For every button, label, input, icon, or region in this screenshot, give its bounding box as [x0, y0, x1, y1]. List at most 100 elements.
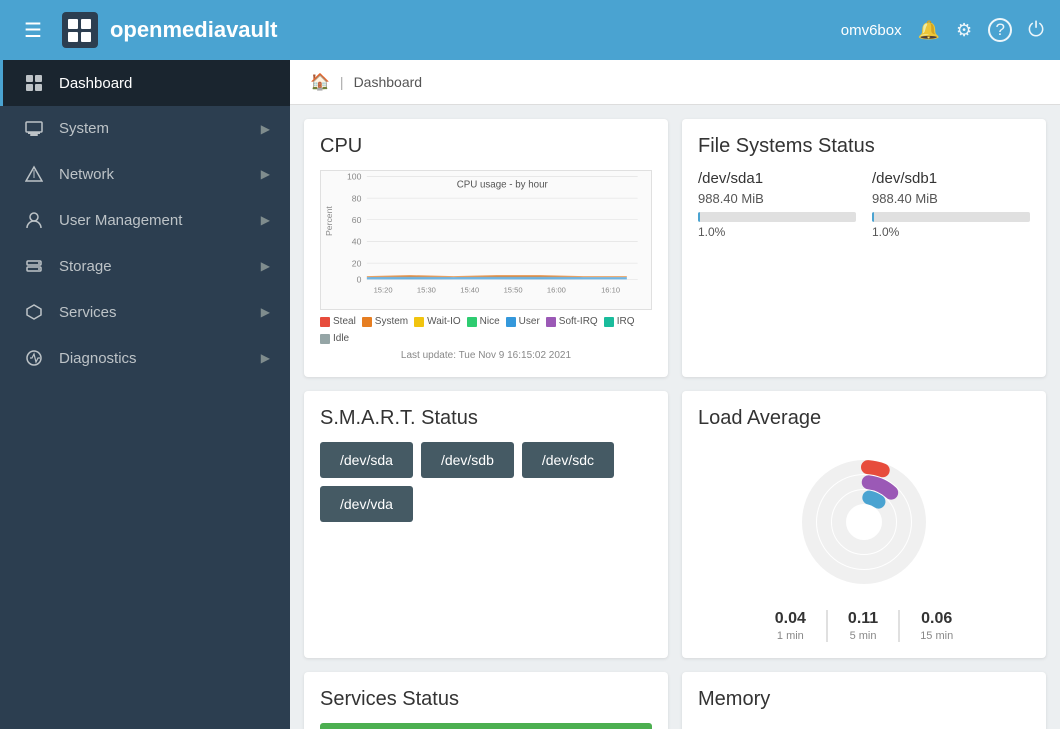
sidebar-item-user-management[interactable]: User Management ▶: [0, 197, 290, 243]
memory-card-title: Memory: [698, 688, 1030, 711]
smart-card: S.M.A.R.T. Status /dev/sda /dev/sdb /dev…: [304, 391, 668, 658]
smart-btn-sdb[interactable]: /dev/sdb: [421, 442, 514, 478]
dashboard-grid: CPU 100 80 60 40: [290, 105, 1060, 729]
logo-icon: [62, 12, 98, 48]
cpu-chart: 100 80 60 40 20 0 Percent CPU usage - by…: [320, 170, 652, 310]
header-right: omv6box 🔔 ⚙ ? ⏻: [841, 18, 1044, 42]
sidebar-item-dashboard[interactable]: Dashboard: [0, 60, 290, 106]
services-icon: [23, 303, 45, 321]
storage-icon: [23, 257, 45, 275]
bell-icon[interactable]: 🔔: [918, 20, 940, 41]
load-average-title: Load Average: [698, 407, 1030, 430]
network-arrow-icon: ▶: [261, 167, 270, 181]
sidebar-item-services[interactable]: Services ▶: [0, 289, 290, 335]
load-1min-label: 1 min: [775, 630, 806, 642]
sidebar-label-storage: Storage: [59, 258, 261, 275]
app-title: openmediavault: [110, 17, 277, 43]
user-management-icon: [23, 211, 45, 229]
svg-text:15:20: 15:20: [374, 285, 393, 294]
system-arrow-icon: ▶: [261, 122, 270, 136]
load-5min-num: 0.11: [848, 610, 878, 628]
filesystems-grid: /dev/sda1 988.40 MiB 1.0% /dev/sdb1 988.…: [698, 170, 1030, 239]
load-5min: 0.11 5 min: [848, 610, 878, 642]
home-icon[interactable]: 🏠: [310, 72, 330, 92]
load-1min: 0.04 1 min: [775, 610, 806, 642]
header: ☰ openmediavault omv6box 🔔 ⚙ ? ⏻: [0, 0, 1060, 60]
ssh-service-button[interactable]: SSH: [320, 723, 652, 729]
services-status-card: Services Status SSH: [304, 672, 668, 729]
load-15min: 0.06 15 min: [920, 610, 953, 642]
sidebar-item-network[interactable]: Network ▶: [0, 151, 290, 197]
filesystems-card: File Systems Status /dev/sda1 988.40 MiB…: [682, 119, 1046, 377]
sidebar-label-system: System: [59, 120, 261, 137]
load-average-card: Load Average: [682, 391, 1046, 658]
hostname-label: omv6box: [841, 22, 902, 39]
fs-bar-fill-sda1: [698, 212, 700, 222]
diagnostics-icon: [23, 349, 45, 367]
gear-icon[interactable]: ⚙: [956, 20, 972, 41]
sidebar-label-dashboard: Dashboard: [59, 75, 270, 92]
power-icon[interactable]: ⏻: [1028, 19, 1044, 42]
load-gauge-svg: [784, 442, 944, 602]
dashboard-icon: [23, 74, 45, 92]
sidebar-item-storage[interactable]: Storage ▶: [0, 243, 290, 289]
fs-pct-sdb1: 1.0%: [872, 225, 1030, 239]
cpu-card-title: CPU: [320, 135, 652, 158]
svg-text:40: 40: [352, 237, 362, 247]
sidebar-label-network: Network: [59, 166, 261, 183]
breadcrumb-separator: |: [340, 74, 344, 90]
svg-text:100: 100: [347, 172, 362, 182]
user-management-arrow-icon: ▶: [261, 213, 270, 227]
fs-pct-sda1: 1.0%: [698, 225, 856, 239]
breadcrumb-current: Dashboard: [354, 74, 423, 90]
header-left: ☰ openmediavault: [16, 12, 277, 48]
svg-text:CPU usage - by hour: CPU usage - by hour: [457, 179, 549, 190]
sidebar-item-system[interactable]: System ▶: [0, 106, 290, 151]
filesystem-item-sdb1: /dev/sdb1 988.40 MiB 1.0%: [872, 170, 1030, 239]
fs-name-sda1: /dev/sda1: [698, 170, 856, 187]
cpu-chart-legend: Steal System Wait-IO Nice User Soft-IRQ …: [320, 316, 652, 361]
svg-text:15:40: 15:40: [460, 285, 479, 294]
smart-btn-sdc[interactable]: /dev/sdc: [522, 442, 614, 478]
services-arrow-icon: ▶: [261, 305, 270, 319]
svg-text:16:10: 16:10: [601, 285, 620, 294]
svg-text:16:00: 16:00: [547, 285, 566, 294]
sidebar-label-services: Services: [59, 304, 261, 321]
svg-text:Percent: Percent: [324, 206, 334, 236]
breadcrumb: 🏠 | Dashboard: [290, 60, 1060, 105]
system-icon: [23, 121, 45, 137]
load-1min-num: 0.04: [775, 610, 806, 628]
smart-card-title: S.M.A.R.T. Status: [320, 407, 652, 430]
fs-name-sdb1: /dev/sdb1: [872, 170, 1030, 187]
main-layout: Dashboard System ▶ Network ▶ User Manage…: [0, 60, 1060, 729]
sidebar: Dashboard System ▶ Network ▶ User Manage…: [0, 60, 290, 729]
fs-bar-fill-sdb1: [872, 212, 874, 222]
smart-device-buttons: /dev/sda /dev/sdb /dev/sdc /dev/vda: [320, 442, 652, 522]
sidebar-item-diagnostics[interactable]: Diagnostics ▶: [0, 335, 290, 381]
fs-size-sda1: 988.40 MiB: [698, 191, 856, 206]
fs-bar-sdb1: [872, 212, 1030, 222]
load-separator-1: [826, 610, 828, 642]
smart-btn-sda[interactable]: /dev/sda: [320, 442, 413, 478]
memory-card: Memory 1.94 GiB Total: [682, 672, 1046, 729]
load-separator-2: [898, 610, 900, 642]
diagnostics-arrow-icon: ▶: [261, 351, 270, 365]
load-gauge-container: 0.04 1 min 0.11 5 min 0.06 15 min: [698, 442, 1030, 642]
svg-text:15:50: 15:50: [504, 285, 523, 294]
fs-size-sdb1: 988.40 MiB: [872, 191, 1030, 206]
help-icon[interactable]: ?: [988, 18, 1012, 42]
filesystem-item-sda1: /dev/sda1 988.40 MiB 1.0%: [698, 170, 856, 239]
svg-text:60: 60: [352, 215, 362, 225]
smart-btn-vda[interactable]: /dev/vda: [320, 486, 413, 522]
load-15min-num: 0.06: [920, 610, 953, 628]
load-5min-label: 5 min: [848, 630, 878, 642]
load-values: 0.04 1 min 0.11 5 min 0.06 15 min: [775, 610, 953, 642]
sidebar-label-diagnostics: Diagnostics: [59, 350, 261, 367]
fs-bar-sda1: [698, 212, 856, 222]
svg-text:80: 80: [352, 193, 362, 203]
memory-donut-chart: [698, 723, 828, 729]
storage-arrow-icon: ▶: [261, 259, 270, 273]
cpu-card: CPU 100 80 60 40: [304, 119, 668, 377]
hamburger-button[interactable]: ☰: [16, 14, 50, 47]
memory-layout: 1.94 GiB Total 275.59 MiB 14% 1.67 GiB 8…: [698, 723, 1030, 729]
